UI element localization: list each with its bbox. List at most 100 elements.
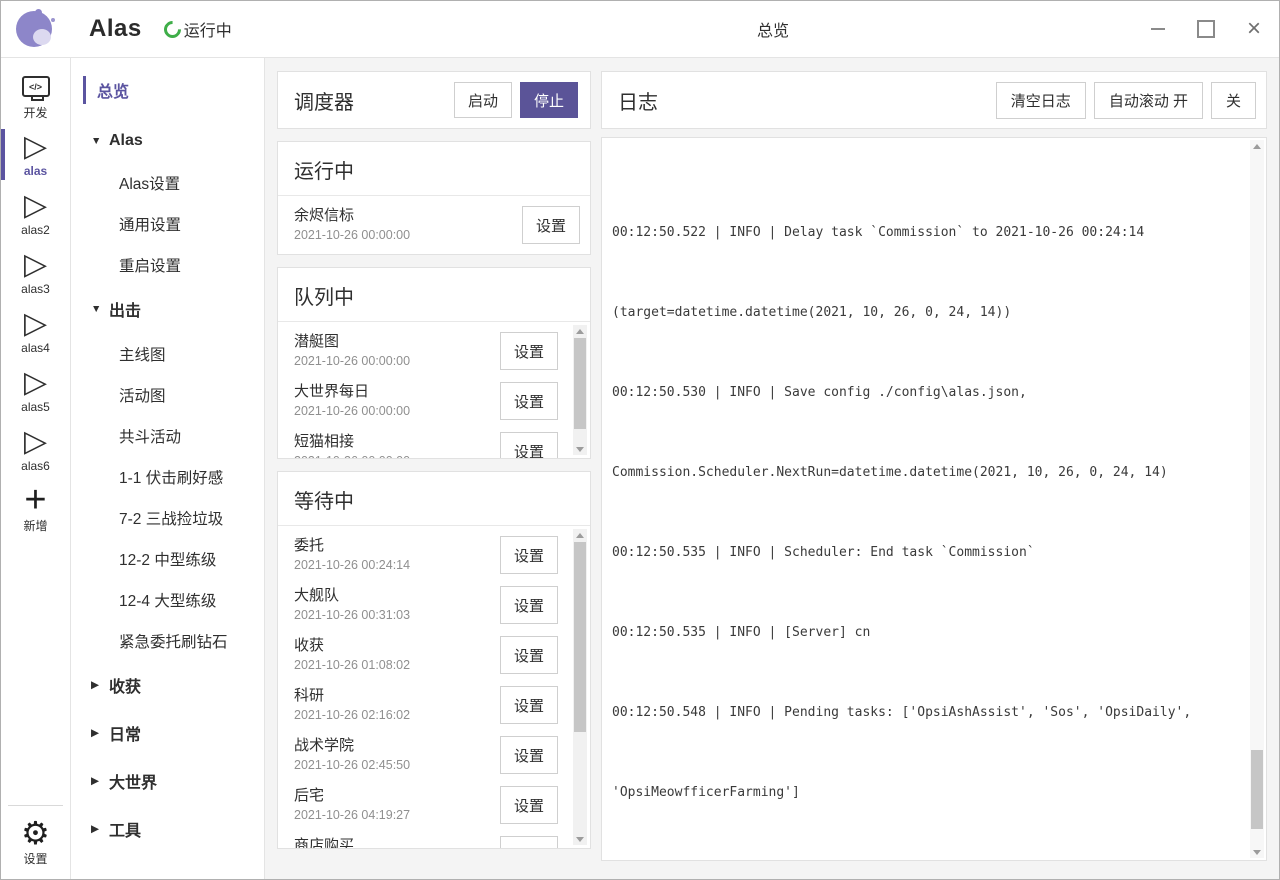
scroll-down-icon[interactable] — [573, 443, 587, 455]
rail-item-settings[interactable]: 设置 — [1, 812, 70, 871]
play-icon — [24, 131, 47, 163]
task-setting-button[interactable]: 设置 — [500, 686, 558, 724]
task-setting-button[interactable]: 设置 — [500, 536, 558, 574]
task-time: 2021-10-26 04:19:27 — [294, 806, 500, 824]
autoscroll-off-button[interactable]: 关 — [1211, 82, 1256, 119]
scheduler-status: 运行中 — [164, 17, 232, 41]
menu-item[interactable]: 工具 — [71, 805, 264, 853]
log-line: 00:12:50.535 | INFO | [Server] cn — [612, 623, 1240, 643]
queued-title: 队列中 — [294, 281, 574, 310]
menu-item[interactable]: 12-2 中型练级 — [71, 538, 264, 579]
scroll-down-icon[interactable] — [1250, 846, 1264, 858]
menu-item[interactable]: 12-4 大型练级 — [71, 579, 264, 620]
scroll-up-icon[interactable] — [573, 325, 587, 337]
queued-task-list: 潜艇图 2021-10-26 00:00:00 设置 大世界每日 20 — [278, 322, 590, 458]
task-setting-button[interactable]: 设置 — [522, 206, 580, 244]
log-line: 00:12:50.535 | INFO | Scheduler: End tas… — [612, 543, 1240, 563]
task-row: 大舰队 2021-10-26 00:31:03 设置 — [294, 580, 568, 630]
rail-item-add[interactable]: 新增 — [1, 479, 70, 538]
task-time: 2021-10-26 00:24:14 — [294, 556, 500, 574]
menu-item[interactable]: 7-2 三战捡垃圾 — [71, 497, 264, 538]
close-button[interactable]: × — [1243, 18, 1265, 40]
app-window: Alas 运行中 总览 × </> 开发 alas — [0, 0, 1280, 880]
play-icon — [24, 190, 47, 222]
task-setting-button[interactable]: 设置 — [500, 382, 558, 420]
menu-item[interactable]: 共斗活动 — [71, 415, 264, 456]
scroll-up-icon[interactable] — [573, 529, 587, 541]
rail-item-profile[interactable]: alas6 — [1, 420, 70, 479]
log-scrollbar[interactable] — [1250, 140, 1264, 858]
rail-label: alas6 — [21, 459, 50, 473]
task-time: 2021-10-26 00:31:03 — [294, 606, 500, 624]
task-name: 大世界每日 — [294, 382, 500, 402]
start-button[interactable]: 启动 — [454, 82, 512, 118]
task-row: 收获 2021-10-26 01:08:02 设置 — [294, 630, 568, 680]
scroll-thumb[interactable] — [574, 338, 586, 429]
scroll-thumb[interactable] — [1251, 750, 1263, 829]
task-row: 后宅 2021-10-26 04:19:27 设置 — [294, 780, 568, 830]
rail-label: alas2 — [21, 223, 50, 237]
menu-item[interactable]: 总览 — [71, 68, 264, 112]
rail-item-dev[interactable]: </> 开发 — [1, 66, 70, 125]
task-row: 商店购买 2021-10-26 04:19:27 设置 — [294, 830, 568, 848]
task-setting-button[interactable]: 设置 — [500, 786, 558, 824]
task-name: 短猫相接 — [294, 432, 500, 452]
status-label: 运行中 — [184, 17, 232, 41]
queued-scrollbar[interactable] — [573, 325, 587, 455]
menu-item[interactable]: 1-1 伏击刷好感 — [71, 456, 264, 497]
task-row: 短猫相接 2021-10-26 00:00:00 设置 — [294, 426, 568, 458]
rail-label: alas3 — [21, 282, 50, 296]
scroll-down-icon[interactable] — [573, 833, 587, 845]
task-setting-button[interactable]: 设置 — [500, 736, 558, 774]
rail-label: alas4 — [21, 341, 50, 355]
menu-item[interactable]: 大世界 — [71, 757, 264, 805]
rail-item-profile[interactable]: alas4 — [1, 302, 70, 361]
queued-panel: 队列中 潜艇图 2021-10-26 00:00:00 设置 — [277, 267, 591, 459]
stop-button[interactable]: 停止 — [520, 82, 578, 118]
scheduler-title: 调度器 — [294, 86, 354, 115]
clear-log-button[interactable]: 清空日志 — [996, 82, 1086, 119]
menu-item[interactable]: 通用设置 — [71, 203, 264, 244]
code-monitor-icon: </> — [22, 76, 50, 97]
group-arrow-icon — [91, 303, 109, 315]
running-task-list: 余烬信标 2021-10-26 00:00:00 设置 — [278, 196, 590, 250]
task-name: 后宅 — [294, 786, 500, 806]
scroll-thumb[interactable] — [574, 542, 586, 732]
menu-item[interactable]: 紧急委托刷钻石 — [71, 620, 264, 661]
task-setting-button[interactable]: 设置 — [500, 332, 558, 370]
autoscroll-on-button[interactable]: 自动滚动 开 — [1094, 82, 1203, 119]
running-panel: 运行中 余烬信标 2021-10-26 00:00:00 设置 — [277, 141, 591, 255]
task-setting-button[interactable]: 设置 — [500, 636, 558, 674]
maximize-button[interactable] — [1195, 18, 1217, 40]
rail-item-profile[interactable]: alas5 — [1, 361, 70, 420]
task-time: 2021-10-26 00:00:00 — [294, 452, 500, 458]
menu-item[interactable]: Alas — [71, 120, 264, 162]
minimize-button[interactable] — [1147, 18, 1169, 40]
task-setting-button[interactable]: 设置 — [500, 586, 558, 624]
scheduler-column: 调度器 启动 停止 运行中 余烬信 — [277, 71, 591, 861]
rail-item-profile[interactable]: alas2 — [1, 184, 70, 243]
task-name: 委托 — [294, 536, 500, 556]
scroll-up-icon[interactable] — [1250, 140, 1264, 152]
rail-item-profile[interactable]: alas — [1, 125, 70, 184]
menu-item[interactable]: 出击 — [71, 285, 264, 333]
menu-item[interactable]: 日常 — [71, 709, 264, 757]
menu-item[interactable]: Alas设置 — [71, 162, 264, 203]
main-content: 调度器 启动 停止 运行中 余烬信 — [265, 58, 1279, 879]
task-setting-button[interactable]: 设置 — [500, 432, 558, 458]
menu-item[interactable]: 主线图 — [71, 333, 264, 374]
scheduler-panel: 调度器 启动 停止 — [277, 71, 591, 129]
rail-item-profile[interactable]: alas3 — [1, 243, 70, 302]
task-name: 潜艇图 — [294, 332, 500, 352]
rail-label: 新增 — [23, 517, 47, 534]
menu-item[interactable]: 重启设置 — [71, 244, 264, 285]
task-row: 余烬信标 2021-10-26 00:00:00 设置 — [294, 200, 590, 250]
menu-item[interactable]: 活动图 — [71, 374, 264, 415]
task-time: 2021-10-26 01:08:02 — [294, 656, 500, 674]
task-time: 2021-10-26 00:00:00 — [294, 402, 500, 420]
log-line: Commission.Scheduler.NextRun=datetime.da… — [612, 463, 1240, 483]
menu-item[interactable]: 收获 — [71, 661, 264, 709]
task-setting-button[interactable]: 设置 — [500, 836, 558, 848]
waiting-scrollbar[interactable] — [573, 529, 587, 845]
task-time: 2021-10-26 02:16:02 — [294, 706, 500, 724]
